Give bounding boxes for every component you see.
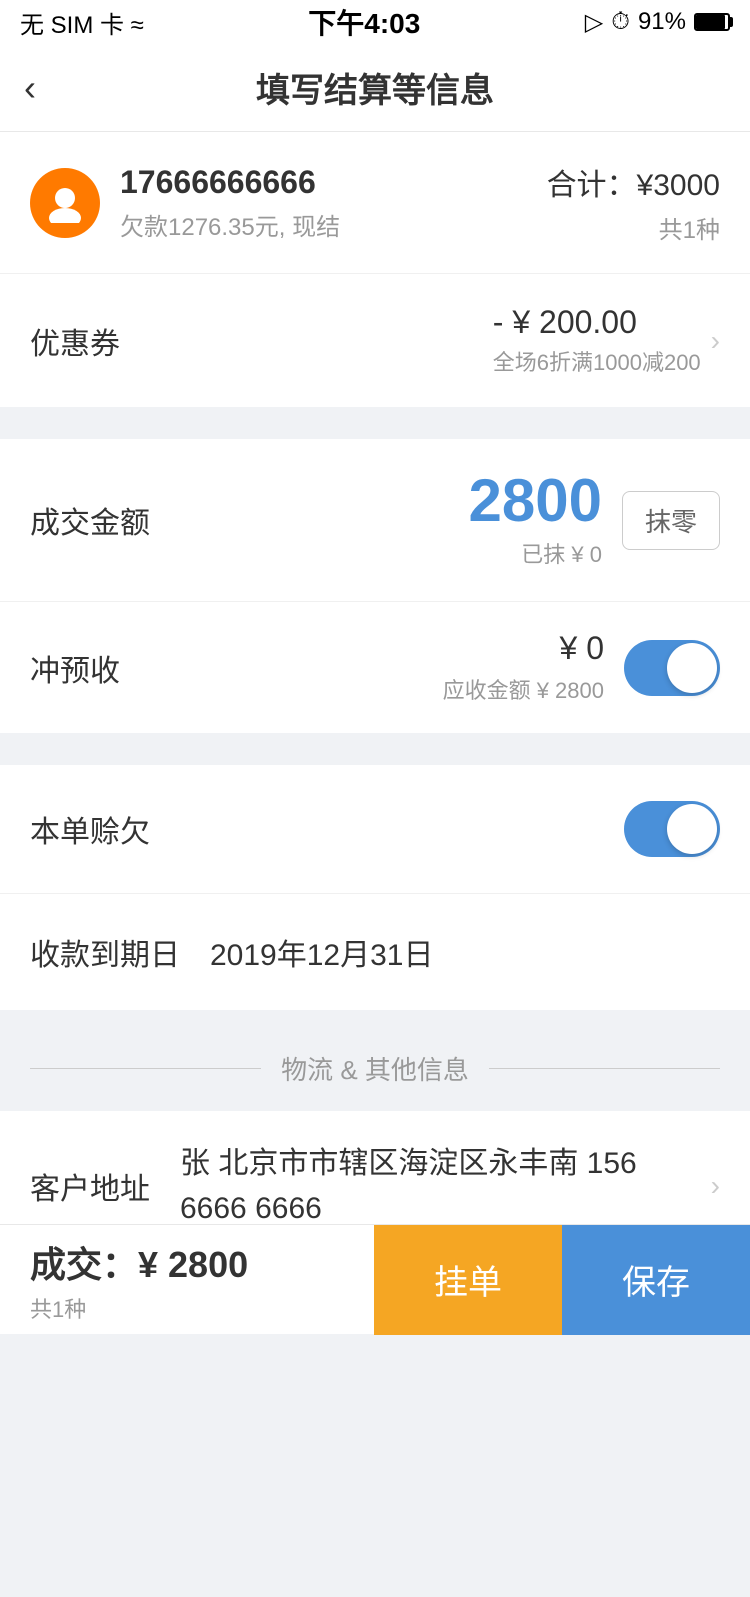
toggle-knob [667, 643, 717, 693]
debt-label: 本单赊欠 [30, 807, 150, 851]
deal-amount-label: 成交金额 [30, 498, 150, 542]
bottom-count: 共1种 [30, 1292, 344, 1324]
debt-card: 本单赊欠 收款到期日 2019年12月31日 [0, 765, 750, 1010]
coupon-amount: - ¥ 200.00 [493, 304, 701, 341]
prepay-label: 冲预收 [30, 646, 120, 690]
address-chevron-icon: › [711, 1170, 720, 1202]
status-time: 下午4:03 [308, 2, 420, 42]
user-info-text: 17666666666 欠款1276.35元, 现结 [120, 164, 547, 242]
prepay-sub: 应收金额 ¥ 2800 [443, 673, 604, 705]
debt-right [624, 801, 720, 857]
status-left: 无 SIM 卡 ≈ [20, 5, 144, 40]
coupon-row[interactable]: 优惠券 - ¥ 200.00 全场6折满1000减200 › [0, 273, 750, 407]
deal-amount-row: 成交金额 2800 已抹 ¥ 0 抹零 [0, 439, 750, 602]
due-date-value: 2019年12月31日 [210, 930, 433, 974]
divider-line-right [489, 1068, 720, 1069]
coupon-desc: 全场6折满1000减200 [493, 345, 701, 377]
divider-line-left [30, 1068, 261, 1069]
address-label: 客户地址 [30, 1164, 150, 1208]
section-divider-2 [0, 749, 750, 765]
back-button[interactable]: ‹ [24, 67, 36, 109]
prepay-row: 冲预收 ¥ 0 应收金额 ¥ 2800 [0, 602, 750, 733]
logistics-label: 物流 & 其他信息 [281, 1050, 469, 1087]
user-sub-text: 欠款1276.35元, 现结 [120, 207, 547, 242]
debt-toggle[interactable] [624, 801, 720, 857]
prepay-amount: ¥ 0 应收金额 ¥ 2800 [443, 630, 604, 705]
logistics-section-header: 物流 & 其他信息 [0, 1026, 750, 1111]
user-row: 17666666666 欠款1276.35元, 现结 合计：¥3000 共1种 [0, 132, 750, 273]
prepay-num: ¥ 0 [443, 630, 604, 667]
debt-toggle-knob [667, 804, 717, 854]
clock-icon: ⏱ [611, 8, 630, 36]
deal-amount-card: 成交金额 2800 已抹 ¥ 0 抹零 冲预收 ¥ 0 应收金额 ¥ 2800 [0, 439, 750, 733]
battery-indicator: 91% [638, 8, 686, 36]
section-divider-1 [0, 423, 750, 439]
coupon-info: - ¥ 200.00 全场6折满1000减200 [493, 304, 701, 377]
bottom-deal-prefix: 成交： [30, 1244, 138, 1285]
hang-button[interactable]: 挂单 [374, 1225, 562, 1335]
debt-row: 本单赊欠 [0, 765, 750, 893]
location-icon: ▷ [585, 8, 603, 37]
status-bar: 无 SIM 卡 ≈ 下午4:03 ▷ ⏱ 91% [0, 0, 750, 44]
prepay-right: ¥ 0 应收金额 ¥ 2800 [443, 630, 720, 705]
due-date-label: 收款到期日 [30, 930, 180, 974]
battery-icon [694, 13, 730, 31]
content-area: 17666666666 欠款1276.35元, 现结 合计：¥3000 共1种 … [0, 132, 750, 1597]
avatar-icon [45, 183, 85, 223]
total-amount: 合计：¥3000 [547, 160, 720, 204]
deal-amount-right: 2800 已抹 ¥ 0 抹零 [469, 471, 721, 569]
round-button[interactable]: 抹零 [622, 491, 720, 550]
deal-number-group: 2800 已抹 ¥ 0 [469, 471, 602, 569]
user-total: 合计：¥3000 共1种 [547, 160, 720, 245]
bottom-bar: 成交：¥ 2800 共1种 挂单 保存 [0, 1224, 750, 1334]
prepay-toggle[interactable] [624, 640, 720, 696]
user-phone: 17666666666 [120, 164, 547, 201]
bottom-summary: 成交：¥ 2800 共1种 [0, 1236, 374, 1324]
bottom-deal-amount: ¥ 2800 [138, 1244, 248, 1285]
chevron-right-icon: › [711, 325, 720, 357]
nav-bar: ‹ 填写结算等信息 [0, 44, 750, 132]
user-info-card: 17666666666 欠款1276.35元, 现结 合计：¥3000 共1种 … [0, 132, 750, 407]
sim-status: 无 SIM 卡 ≈ [20, 5, 144, 40]
save-button[interactable]: 保存 [562, 1225, 750, 1335]
bottom-deal-label: 成交：¥ 2800 [30, 1236, 344, 1288]
deal-sub: 已抹 ¥ 0 [469, 537, 602, 569]
page-title: 填写结算等信息 [256, 63, 494, 112]
address-content: 张 北京市市辖区海淀区永丰南 156 6666 6666 [180, 1141, 701, 1231]
due-date-row: 收款到期日 2019年12月31日 [0, 893, 750, 1010]
avatar [30, 168, 100, 238]
coupon-label: 优惠券 [30, 319, 120, 363]
coupon-right: - ¥ 200.00 全场6折满1000减200 › [493, 304, 720, 377]
deal-number[interactable]: 2800 [469, 471, 602, 531]
total-count: 共1种 [547, 210, 720, 245]
status-right: ▷ ⏱ 91% [585, 8, 730, 37]
